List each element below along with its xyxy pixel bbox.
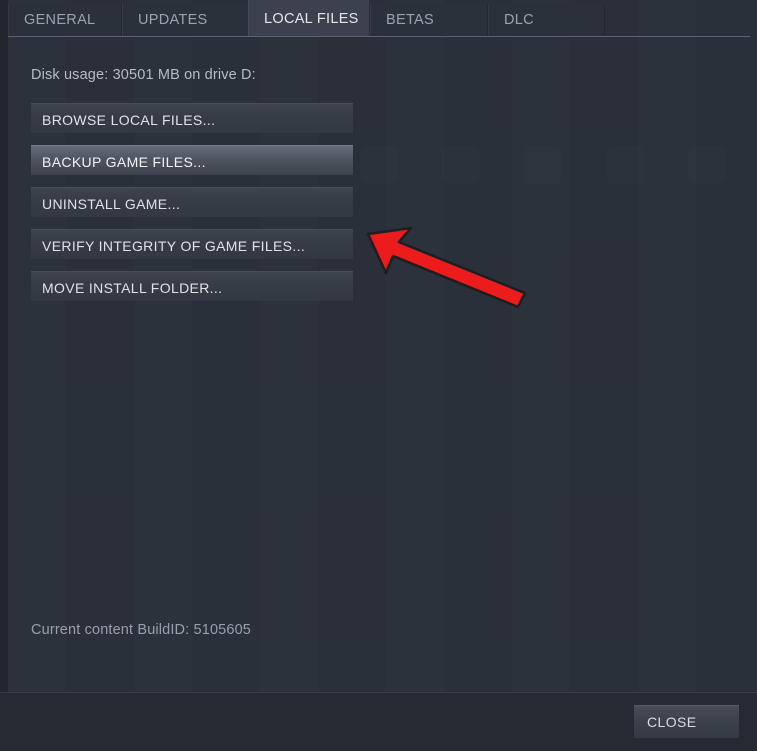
browse-local-files-button[interactable]: BROWSE LOCAL FILES... xyxy=(31,103,353,133)
properties-tabstrip: GENERAL UPDATES LOCAL FILES BETAS DLC xyxy=(8,0,757,36)
tab-betas[interactable]: BETAS xyxy=(370,4,488,36)
close-button[interactable]: CLOSE xyxy=(634,705,739,738)
tab-updates[interactable]: UPDATES xyxy=(122,4,254,36)
disk-usage-label: Disk usage: 30501 MB on drive D: xyxy=(31,67,256,83)
tab-general[interactable]: GENERAL xyxy=(8,4,122,36)
tab-dlc[interactable]: DLC xyxy=(488,4,605,36)
backup-game-files-button[interactable]: BACKUP GAME FILES... xyxy=(31,145,353,175)
left-gutter xyxy=(0,0,8,692)
dialog-footer: CLOSE xyxy=(0,693,757,751)
move-install-folder-button[interactable]: MOVE INSTALL FOLDER... xyxy=(31,271,353,301)
local-files-pane: Disk usage: 30501 MB on drive D: BROWSE … xyxy=(8,37,757,692)
verify-integrity-of-game-files-button[interactable]: VERIFY INTEGRITY OF GAME FILES... xyxy=(31,229,353,259)
tab-local-files[interactable]: LOCAL FILES xyxy=(248,0,370,36)
uninstall-game-button[interactable]: UNINSTALL GAME... xyxy=(31,187,353,217)
game-properties-dialog: GENERAL UPDATES LOCAL FILES BETAS DLC Di… xyxy=(0,0,757,751)
content-buildid-label: Current content BuildID: 5105605 xyxy=(31,622,252,638)
local-files-action-list: BROWSE LOCAL FILES... BACKUP GAME FILES.… xyxy=(31,103,353,313)
